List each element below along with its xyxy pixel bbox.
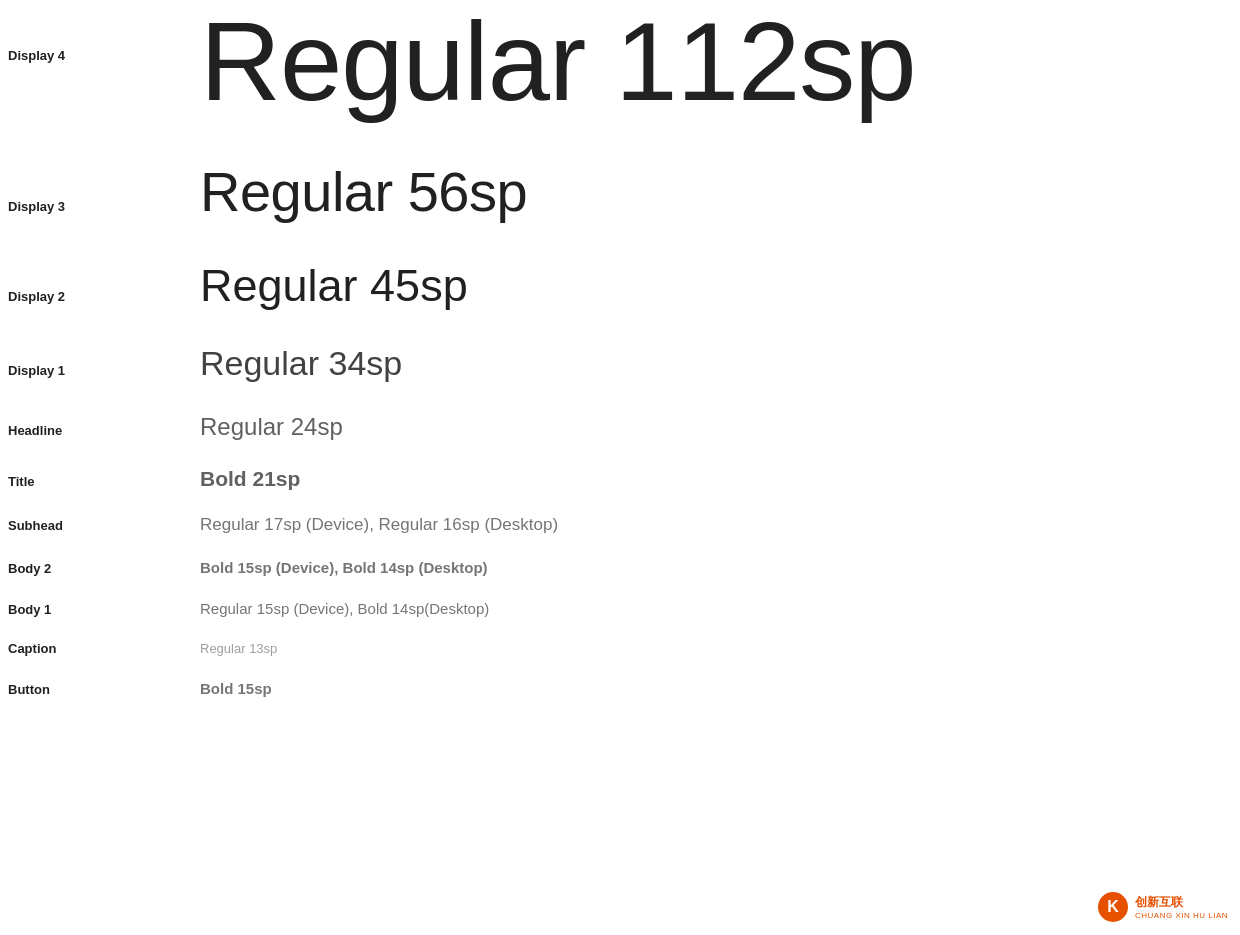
label-display2: Display 2 <box>0 289 200 304</box>
label-title: Title <box>0 474 200 489</box>
type-row-display4: Display 4 Regular 112sp <box>0 0 1240 139</box>
label-display3: Display 3 <box>0 199 200 214</box>
type-row-display2: Display 2 Regular 45sp <box>0 244 1240 328</box>
sample-display1: Regular 34sp <box>200 344 1240 383</box>
sample-title: Bold 21sp <box>200 467 1240 491</box>
type-row-display3: Display 3 Regular 56sp <box>0 139 1240 244</box>
type-row-display1: Display 1 Regular 34sp <box>0 328 1240 399</box>
type-row-title: Title Bold 21sp <box>0 455 1240 503</box>
label-body2: Body 2 <box>0 561 200 576</box>
sample-button: Bold 15sp <box>200 680 1240 697</box>
label-headline: Headline <box>0 423 200 438</box>
label-subhead: Subhead <box>0 518 200 533</box>
sample-caption: Regular 13sp <box>200 641 1240 656</box>
label-display4: Display 4 <box>0 0 200 63</box>
sample-display3: Regular 56sp <box>200 159 1240 224</box>
type-row-headline: Headline Regular 24sp <box>0 399 1240 455</box>
type-row-subhead: Subhead Regular 17sp (Device), Regular 1… <box>0 503 1240 547</box>
type-row-body2: Body 2 Bold 15sp (Device), Bold 14sp (De… <box>0 547 1240 588</box>
sample-body2: Bold 15sp (Device), Bold 14sp (Desktop) <box>200 559 1240 576</box>
label-display1: Display 1 <box>0 363 200 378</box>
sample-display2: Regular 45sp <box>200 260 1240 312</box>
sample-subhead: Regular 17sp (Device), Regular 16sp (Des… <box>200 515 1240 535</box>
type-row-body1: Body 1 Regular 15sp (Device), Bold 14sp(… <box>0 588 1240 629</box>
type-row-caption: Caption Regular 13sp <box>0 629 1240 668</box>
label-caption: Caption <box>0 641 200 656</box>
svg-text:K: K <box>1107 898 1119 915</box>
sample-body1: Regular 15sp (Device), Bold 14sp(Desktop… <box>200 600 1240 617</box>
watermark-text: 创新互联 CHUANG XIN HU LIAN <box>1135 894 1228 920</box>
watermark-icon: K <box>1097 891 1129 923</box>
watermark: K 创新互联 CHUANG XIN HU LIAN <box>1097 891 1228 923</box>
sample-headline: Regular 24sp <box>200 413 1240 441</box>
type-row-button: Button Bold 15sp <box>0 668 1240 709</box>
label-body1: Body 1 <box>0 602 200 617</box>
label-button: Button <box>0 682 200 697</box>
sample-display4: Regular 112sp <box>200 0 1240 123</box>
typescale-container: Display 4 Regular 112sp Display 3 Regula… <box>0 0 1240 729</box>
